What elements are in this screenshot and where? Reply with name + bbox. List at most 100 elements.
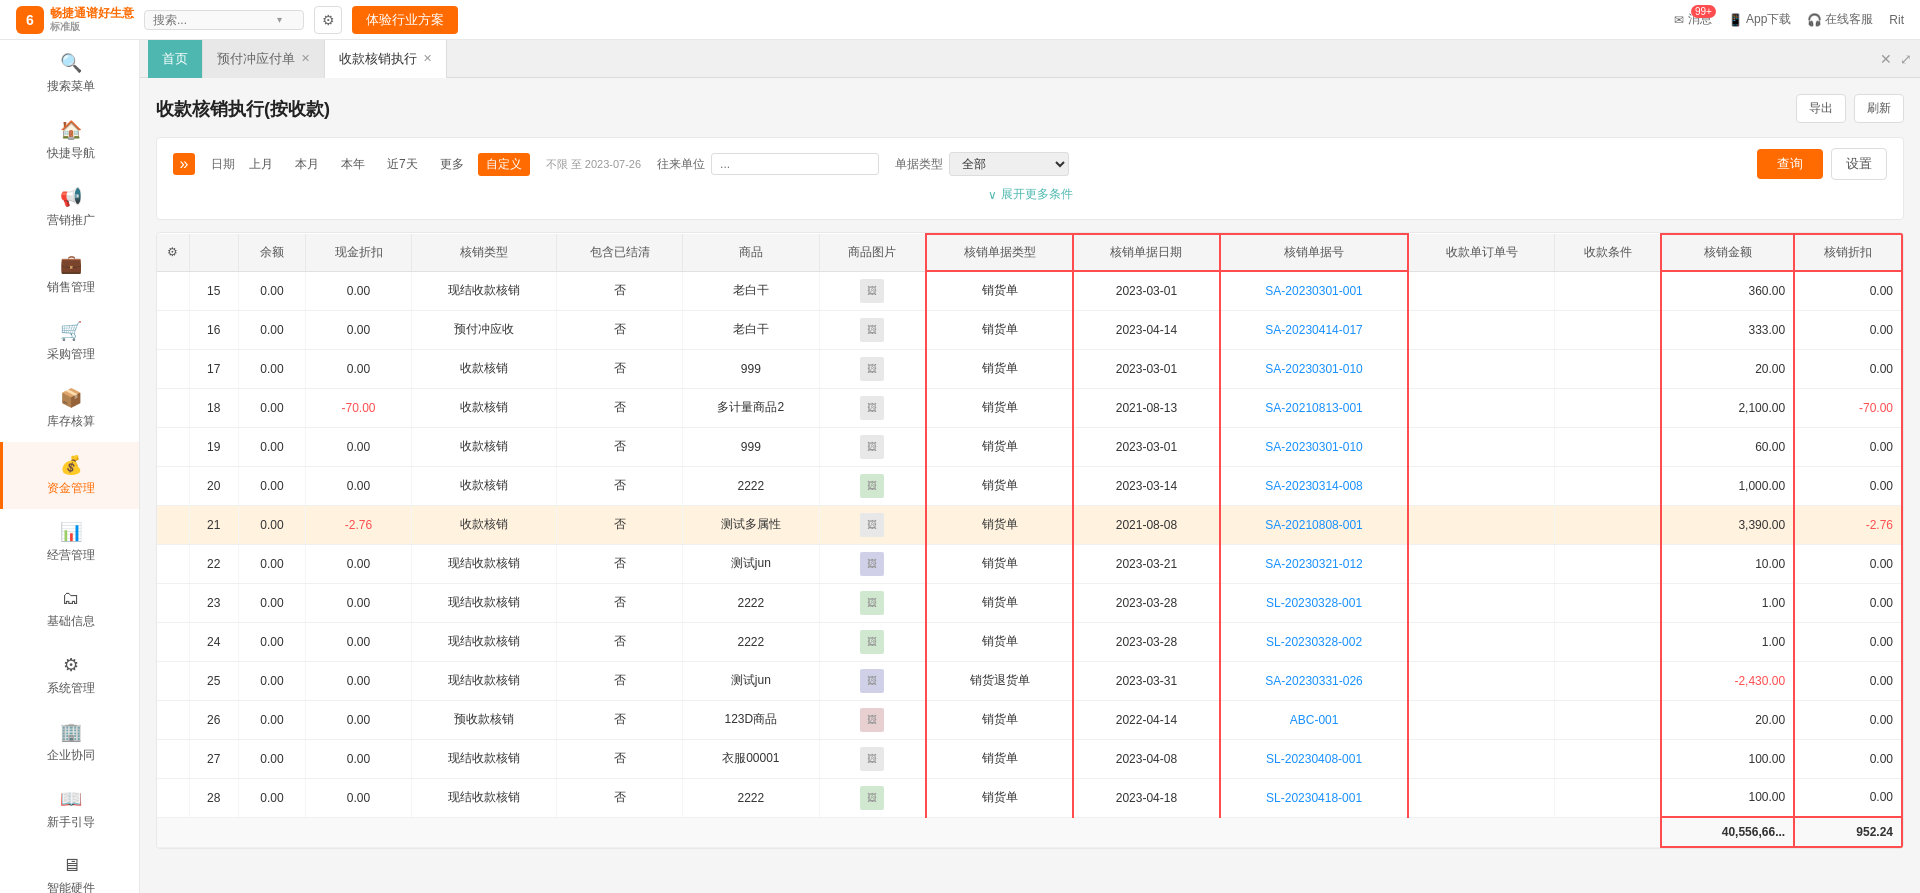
sidebar-item-hardware[interactable]: 🖥 智能硬件 (0, 843, 139, 893)
cell-receipt-no (1408, 271, 1554, 310)
cell-writeoff-discount: 0.00 (1794, 271, 1902, 310)
bill-no-link[interactable]: SL-20230328-002 (1266, 635, 1362, 649)
cell-writeoff-discount: -70.00 (1794, 388, 1902, 427)
cell-settings (157, 544, 189, 583)
cell-writeoff-discount: 0.00 (1794, 700, 1902, 739)
collection-tab-close[interactable]: ✕ (423, 52, 432, 65)
bill-no-link[interactable]: SA-20230301-001 (1265, 284, 1362, 298)
bill-no-link[interactable]: SA-20230414-017 (1265, 323, 1362, 337)
global-search-input[interactable] (153, 13, 273, 27)
bill-no-link[interactable]: SL-20230408-001 (1266, 752, 1362, 766)
cell-bill-type: 销货单 (926, 349, 1073, 388)
bill-no-link[interactable]: SA-20210813-001 (1265, 401, 1362, 415)
date-last-month-btn[interactable]: 上月 (241, 153, 281, 176)
cell-writeoff-amount: 10.00 (1661, 544, 1794, 583)
cell-rownum: 27 (189, 739, 239, 778)
date-7days-btn[interactable]: 近7天 (379, 153, 426, 176)
cell-receipt-no (1408, 466, 1554, 505)
filter-collapse-button[interactable]: » (173, 153, 195, 175)
bill-no-link[interactable]: SA-20210808-001 (1265, 518, 1362, 532)
cell-bill-type: 销货单 (926, 310, 1073, 349)
cell-balance: 0.00 (239, 310, 306, 349)
cell-product: 999 (683, 349, 820, 388)
bill-no-link[interactable]: SA-20230314-008 (1265, 479, 1362, 493)
sidebar-item-finance[interactable]: 💰 资金管理 (0, 442, 139, 509)
tab-home[interactable]: 首页 (148, 40, 203, 78)
col-header-writeoff-discount: 核销折扣 (1794, 234, 1902, 271)
solution-button[interactable]: 体验行业方案 (352, 6, 458, 34)
cell-product: 多计量商品2 (683, 388, 820, 427)
cell-cash-discount: -70.00 (305, 388, 411, 427)
cell-writeoff-amount: 1.00 (1661, 622, 1794, 661)
gear-button[interactable]: ⚙ (314, 6, 342, 34)
partner-input[interactable] (711, 153, 879, 175)
refresh-button[interactable]: 刷新 (1854, 94, 1904, 123)
date-this-year-btn[interactable]: 本年 (333, 153, 373, 176)
export-button[interactable]: 导出 (1796, 94, 1846, 123)
sidebar-item-enterprise[interactable]: 🏢 企业协同 (0, 709, 139, 776)
cell-bill-no: SL-20230408-001 (1220, 739, 1408, 778)
bill-no-link[interactable]: SL-20230418-001 (1266, 791, 1362, 805)
cell-cash-discount: -2.76 (305, 505, 411, 544)
sidebar-item-quicknav[interactable]: 🏠 快捷导航 (0, 107, 139, 174)
app-download-area[interactable]: 📱 App下载 (1728, 11, 1791, 28)
col-header-writeoff-amount: 核销金额 (1661, 234, 1794, 271)
window-maximize-icon[interactable]: ⤢ (1900, 51, 1912, 67)
sidebar-item-sales[interactable]: 💼 销售管理 (0, 241, 139, 308)
bill-no-link[interactable]: SA-20230321-012 (1265, 557, 1362, 571)
sidebar-item-business[interactable]: 📊 经营管理 (0, 509, 139, 576)
hardware-icon: 🖥 (62, 855, 80, 876)
cell-bill-date: 2023-03-01 (1073, 427, 1220, 466)
cell-balance: 0.00 (239, 349, 306, 388)
cell-writeoff-type: 预收款核销 (412, 700, 557, 739)
sidebar-item-inventory[interactable]: 📦 库存核算 (0, 375, 139, 442)
online-service-area[interactable]: 🎧 在线客服 (1807, 11, 1873, 28)
cell-writeoff-discount: -2.76 (1794, 505, 1902, 544)
cell-bill-no: SA-20230301-001 (1220, 271, 1408, 310)
cell-cash-discount: 0.00 (305, 622, 411, 661)
bill-no-link[interactable]: ABC-001 (1290, 713, 1339, 727)
cell-settings (157, 388, 189, 427)
sidebar-item-system[interactable]: ⚙ 系统管理 (0, 642, 139, 709)
sidebar-item-marketing[interactable]: 📢 营销推广 (0, 174, 139, 241)
sidebar-item-guide[interactable]: 📖 新手引导 (0, 776, 139, 843)
search-icon: 🔍 (60, 52, 82, 74)
cell-product: 衣服00001 (683, 739, 820, 778)
sidebar-item-label: 销售管理 (47, 279, 95, 296)
query-button[interactable]: 查询 (1757, 149, 1823, 179)
col-header-settings[interactable]: ⚙ (157, 234, 189, 271)
settings-button[interactable]: 设置 (1831, 148, 1887, 180)
cell-rownum: 26 (189, 700, 239, 739)
notification-area[interactable]: ✉ 消息 99+ (1674, 11, 1712, 28)
bill-no-link[interactable]: SA-20230301-010 (1265, 440, 1362, 454)
col-header-bill-no: 核销单据号 (1220, 234, 1408, 271)
user-area[interactable]: Rit (1889, 13, 1904, 27)
sidebar-item-purchase[interactable]: 🛒 采购管理 (0, 308, 139, 375)
cell-settings (157, 310, 189, 349)
prepay-tab-close[interactable]: ✕ (301, 52, 310, 65)
expand-conditions-button[interactable]: ∨ 展开更多条件 (173, 180, 1887, 209)
date-custom-btn[interactable]: 自定义 (478, 153, 530, 176)
window-close-icon[interactable]: ✕ (1880, 51, 1892, 67)
cell-writeoff-type: 收款核销 (412, 505, 557, 544)
global-search-box[interactable]: ▾ (144, 10, 304, 30)
sidebar-item-basic[interactable]: 🗂 基础信息 (0, 576, 139, 642)
cell-include-settled: 否 (557, 544, 683, 583)
cell-bill-type: 销货单 (926, 427, 1073, 466)
bill-no-link[interactable]: SL-20230328-001 (1266, 596, 1362, 610)
date-this-month-btn[interactable]: 本月 (287, 153, 327, 176)
cell-bill-date: 2022-04-14 (1073, 700, 1220, 739)
date-more-btn[interactable]: 更多 (432, 153, 472, 176)
sidebar-item-label: 快捷导航 (47, 145, 95, 162)
col-header-rownum (189, 234, 239, 271)
sidebar-item-search[interactable]: 🔍 搜索菜单 (0, 40, 139, 107)
cell-writeoff-amount: 2,100.00 (1661, 388, 1794, 427)
tab-collection[interactable]: 收款核销执行 ✕ (325, 40, 447, 78)
tab-prepay[interactable]: 预付冲应付单 ✕ (203, 40, 325, 78)
bill-type-select[interactable]: 全部 (949, 152, 1069, 176)
bill-no-link[interactable]: SA-20230301-010 (1265, 362, 1362, 376)
table-row: 24 0.00 0.00 现结收款核销 否 2222 🖼 销货单 2023-03… (157, 622, 1902, 661)
data-table: ⚙ 余额 现金折扣 核销类型 包含已结清 商品 商品图片 核销单据类型 核销单据… (157, 233, 1903, 848)
bill-no-link[interactable]: SA-20230331-026 (1265, 674, 1362, 688)
cell-rownum: 23 (189, 583, 239, 622)
